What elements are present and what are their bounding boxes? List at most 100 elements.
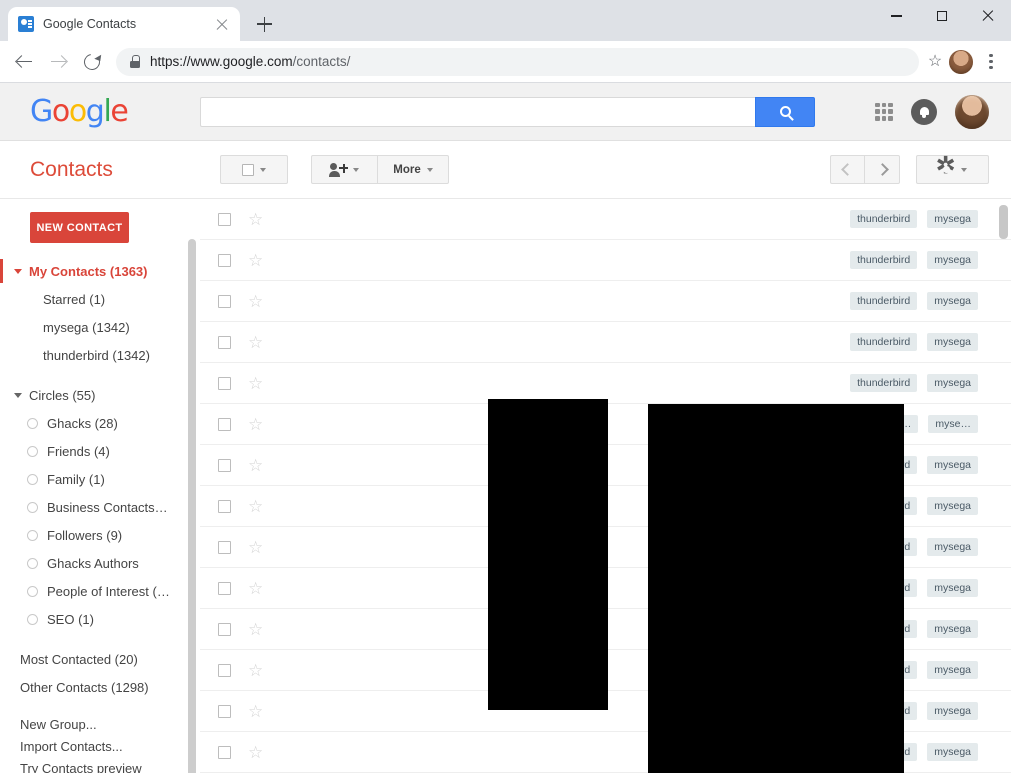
row-checkbox[interactable]: [218, 663, 231, 677]
previous-page-button[interactable]: [830, 155, 865, 184]
chrome-menu-button[interactable]: [979, 53, 1003, 70]
star-icon[interactable]: ☆: [248, 539, 263, 556]
sidebar-item-business-contacts[interactable]: Business Contacts…: [0, 493, 200, 521]
row-checkbox[interactable]: [218, 294, 231, 308]
notifications-bell-icon[interactable]: [911, 98, 937, 125]
label-chip[interactable]: mysega: [927, 497, 978, 515]
label-chip[interactable]: mysega: [927, 743, 978, 761]
label-chip[interactable]: mysega: [927, 661, 978, 679]
star-icon[interactable]: ☆: [248, 457, 263, 474]
sidebar-link-try-contacts-preview[interactable]: Try Contacts preview: [0, 757, 200, 773]
star-icon[interactable]: ☆: [248, 662, 263, 679]
apps-grid-icon[interactable]: [875, 102, 893, 121]
star-icon[interactable]: ☆: [248, 621, 263, 638]
sidebar-item-friends[interactable]: Friends (4): [0, 437, 200, 465]
star-icon[interactable]: ☆: [248, 703, 263, 720]
table-row[interactable]: ☆ thunderbird mysega: [200, 363, 1011, 404]
sidebar-item-most-contacted[interactable]: Most Contacted (20): [0, 645, 200, 673]
browser-tab[interactable]: Google Contacts: [8, 7, 240, 41]
sidebar-item-thunderbird[interactable]: thunderbird (1342): [0, 341, 200, 369]
row-checkbox[interactable]: [218, 622, 231, 636]
redacted-emails-block: [648, 404, 904, 773]
close-tab-icon[interactable]: [214, 16, 230, 32]
new-contact-button[interactable]: NEW CONTACT: [30, 212, 129, 243]
new-tab-button[interactable]: [250, 10, 278, 38]
sidebar-item-family[interactable]: Family (1): [0, 465, 200, 493]
star-icon[interactable]: ☆: [248, 211, 263, 228]
label-chip[interactable]: mysega: [927, 292, 978, 310]
account-avatar[interactable]: [955, 94, 989, 129]
star-icon[interactable]: ☆: [248, 252, 263, 269]
search-button[interactable]: [755, 96, 815, 127]
row-checkbox[interactable]: [218, 253, 231, 267]
search-input[interactable]: [200, 96, 755, 127]
sidebar-item-followers[interactable]: Followers (9): [0, 521, 200, 549]
label-chip[interactable]: thunderbird: [850, 374, 918, 392]
google-logo[interactable]: Google: [0, 94, 200, 129]
star-icon[interactable]: ☆: [248, 334, 263, 351]
sidebar-item-my-contacts[interactable]: My Contacts (1363): [0, 257, 200, 285]
address-bar[interactable]: https://www.google.com/contacts/: [116, 47, 919, 76]
sidebar-item-starred[interactable]: Starred (1): [0, 285, 200, 313]
sidebar-item-mysega[interactable]: mysega (1342): [0, 313, 200, 341]
row-checkbox[interactable]: [218, 704, 231, 718]
label-chip[interactable]: mysega: [927, 210, 978, 228]
select-all-button[interactable]: [220, 155, 288, 184]
row-checkbox[interactable]: [218, 540, 231, 554]
sidebar-item-ghacks-authors[interactable]: Ghacks Authors: [0, 549, 200, 577]
bookmark-star-icon[interactable]: ☆: [927, 53, 943, 70]
label-chip[interactable]: mysega: [927, 333, 978, 351]
settings-button[interactable]: [916, 154, 989, 184]
row-checkbox[interactable]: [218, 417, 231, 431]
sidebar-item-people-of-interest[interactable]: People of Interest (…: [0, 577, 200, 605]
forward-button[interactable]: [42, 46, 74, 78]
row-checkbox[interactable]: [218, 376, 231, 390]
back-button[interactable]: [8, 46, 40, 78]
row-checkbox[interactable]: [218, 745, 231, 759]
star-icon[interactable]: ☆: [248, 293, 263, 310]
close-window-button[interactable]: [965, 0, 1011, 32]
sidebar-item-label: Starred (1): [43, 291, 106, 307]
list-scrollbar-thumb[interactable]: [999, 205, 1008, 239]
star-icon[interactable]: ☆: [248, 580, 263, 597]
label-chip[interactable]: mysega: [927, 620, 978, 638]
label-chip[interactable]: mysega: [927, 702, 978, 720]
reload-button[interactable]: [76, 46, 108, 78]
row-checkbox[interactable]: [218, 499, 231, 513]
more-menu-button[interactable]: More: [378, 155, 449, 184]
row-checkbox[interactable]: [218, 335, 231, 349]
maximize-button[interactable]: [919, 0, 965, 32]
table-row[interactable]: ☆ thunderbird mysega: [200, 281, 1011, 322]
sidebar-link-new-group[interactable]: New Group...: [0, 713, 200, 735]
label-chip[interactable]: mysega: [927, 251, 978, 269]
row-checkbox[interactable]: [218, 581, 231, 595]
label-chip[interactable]: myse…: [928, 415, 978, 433]
row-checkbox[interactable]: [218, 212, 231, 226]
table-row[interactable]: ☆ thunderbird mysega: [200, 199, 1011, 240]
label-chip[interactable]: mysega: [927, 538, 978, 556]
table-row[interactable]: ☆ thunderbird mysega: [200, 240, 1011, 281]
chrome-profile-avatar[interactable]: [949, 49, 973, 74]
label-chip[interactable]: thunderbird: [850, 333, 918, 351]
add-contact-button[interactable]: [311, 155, 378, 184]
label-chip[interactable]: thunderbird: [850, 251, 918, 269]
label-chip[interactable]: mysega: [927, 579, 978, 597]
sidebar-scrollbar-thumb[interactable]: [188, 239, 196, 773]
minimize-button[interactable]: [873, 0, 919, 32]
next-page-button[interactable]: [865, 155, 900, 184]
star-icon[interactable]: ☆: [248, 498, 263, 515]
sidebar-item-seo[interactable]: SEO (1): [0, 605, 200, 633]
row-checkbox[interactable]: [218, 458, 231, 472]
label-chip[interactable]: mysega: [927, 456, 978, 474]
star-icon[interactable]: ☆: [248, 375, 263, 392]
sidebar-item-ghacks[interactable]: Ghacks (28): [0, 409, 200, 437]
star-icon[interactable]: ☆: [248, 416, 263, 433]
star-icon[interactable]: ☆: [248, 744, 263, 761]
label-chip[interactable]: mysega: [927, 374, 978, 392]
label-chip[interactable]: thunderbird: [850, 292, 918, 310]
label-chip[interactable]: thunderbird: [850, 210, 918, 228]
sidebar-item-circles[interactable]: Circles (55): [0, 381, 200, 409]
sidebar-link-import-contacts[interactable]: Import Contacts...: [0, 735, 200, 757]
table-row[interactable]: ☆ thunderbird mysega: [200, 322, 1011, 363]
sidebar-item-other-contacts[interactable]: Other Contacts (1298): [0, 673, 200, 701]
